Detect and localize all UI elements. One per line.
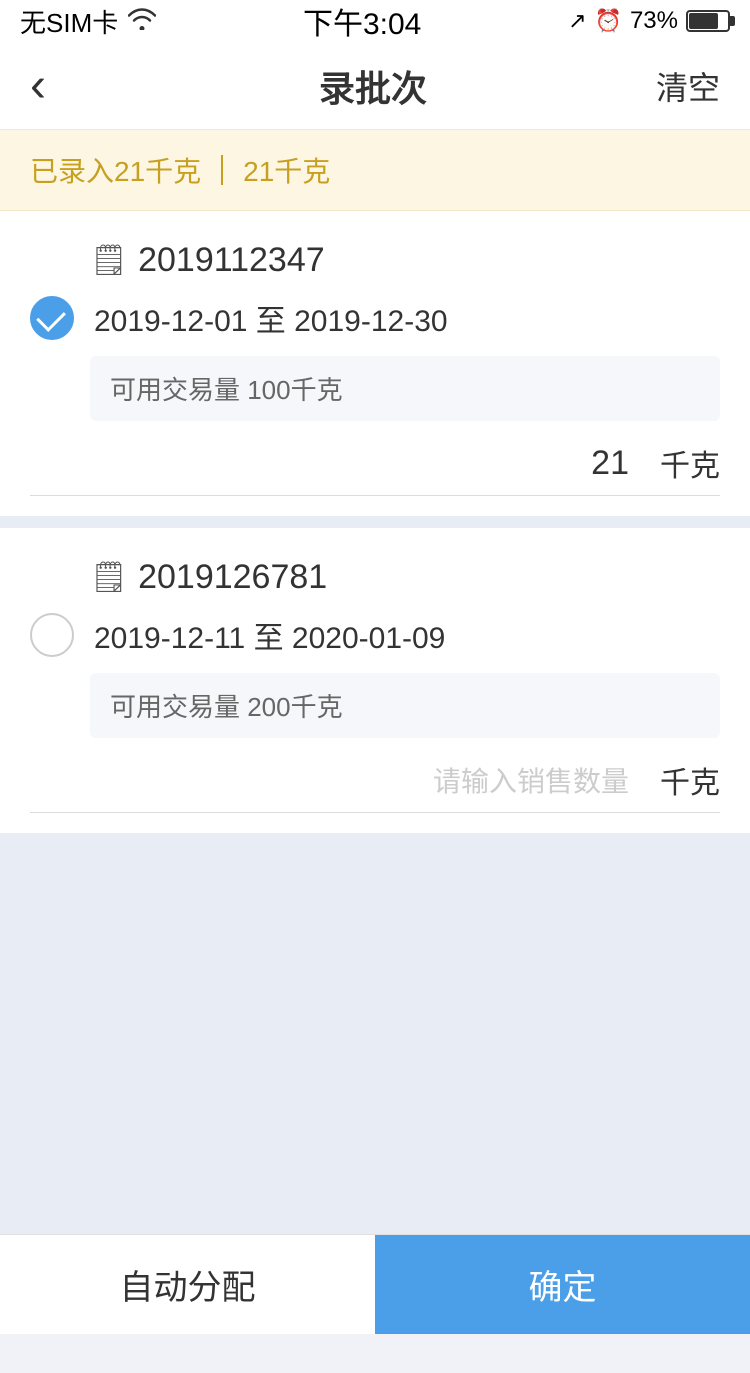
batch-1-id-icon: 🗒 [90,243,128,278]
batch-2-avail-text: 可用交易量 200千克 [110,692,343,722]
main-content: 🗒 2019112347 2019-12-01 至 2019-12-30 可用交… [0,211,750,1373]
batch-1-quantity-input[interactable] [201,444,644,483]
status-bar: 无SIM卡 下午3:04 ↗ ⏰ 73% [0,0,750,42]
batch-1-avail-text: 可用交易量 100千克 [110,375,343,405]
wifi-icon [128,6,156,37]
batch-2-id-icon: 🗒 [90,560,128,595]
batch-2-date-row[interactable]: 2019-12-11 至 2020-01-09 [30,613,720,657]
batch-2-input-row: 千克 [0,738,750,812]
batch-1-date-text: 2019-12-01 至 2019-12-30 [94,296,448,340]
batch-1-date-row[interactable]: 2019-12-01 至 2019-12-30 [30,296,720,340]
batch-card-2-inner: 🗒 2019126781 2019-12-11 至 2020-01-09 可用交… [0,528,750,738]
batch-1-input-row: 千克 [0,421,750,495]
batch-card-1-inner: 🗒 2019112347 2019-12-01 至 2019-12-30 可用交… [0,211,750,421]
recorded-amount-value: 21千克 [243,150,330,190]
auto-distribute-button[interactable]: 自动分配 [0,1235,375,1334]
batch-1-unit: 千克 [660,441,720,485]
batch-card-2: 🗒 2019126781 2019-12-11 至 2020-01-09 可用交… [0,528,750,833]
batch-1-spacer [0,496,750,516]
batch-1-id-row: 🗒 2019112347 [30,241,720,280]
page-title: 录批次 [319,60,427,112]
section-divider-1 [0,516,750,528]
batch-2-avail-row: 可用交易量 200千克 [90,673,720,738]
status-time: 下午3:04 [303,0,421,43]
bottom-bar: 自动分配 确定 [0,1234,750,1334]
confirm-button[interactable]: 确定 [375,1235,750,1334]
back-button[interactable]: ‹ [30,58,90,113]
info-divider [221,155,223,185]
batch-2-id-row: 🗒 2019126781 [30,558,720,597]
carrier-text: 无SIM卡 [20,3,118,40]
batch-2-unit: 千克 [660,758,720,802]
status-left: 无SIM卡 [20,3,156,40]
battery-percentage: 73% [630,7,678,35]
batch-2-id-text: 2019126781 [138,558,327,597]
batch-2-spacer [0,813,750,833]
batch-card-1: 🗒 2019112347 2019-12-01 至 2019-12-30 可用交… [0,211,750,516]
alarm-icon: ⏰ [595,8,622,34]
gray-area [0,833,750,1273]
batch-1-avail-row: 可用交易量 100千克 [90,356,720,421]
status-right: ↗ ⏰ 73% [568,7,730,35]
battery-icon [686,10,730,32]
batch-1-id-text: 2019112347 [138,241,325,280]
info-banner: 已录入21千克 21千克 [0,130,750,211]
location-icon: ↗ [568,8,586,34]
batch-2-quantity-input[interactable] [201,761,644,800]
batch-2-date-text: 2019-12-11 至 2020-01-09 [94,613,445,657]
nav-bar: ‹ 录批次 清空 [0,42,750,130]
recorded-amount-label: 已录入21千克 [30,150,201,190]
batch-2-radio[interactable] [30,613,74,657]
clear-button[interactable]: 清空 [656,63,720,109]
batch-1-radio[interactable] [30,296,74,340]
